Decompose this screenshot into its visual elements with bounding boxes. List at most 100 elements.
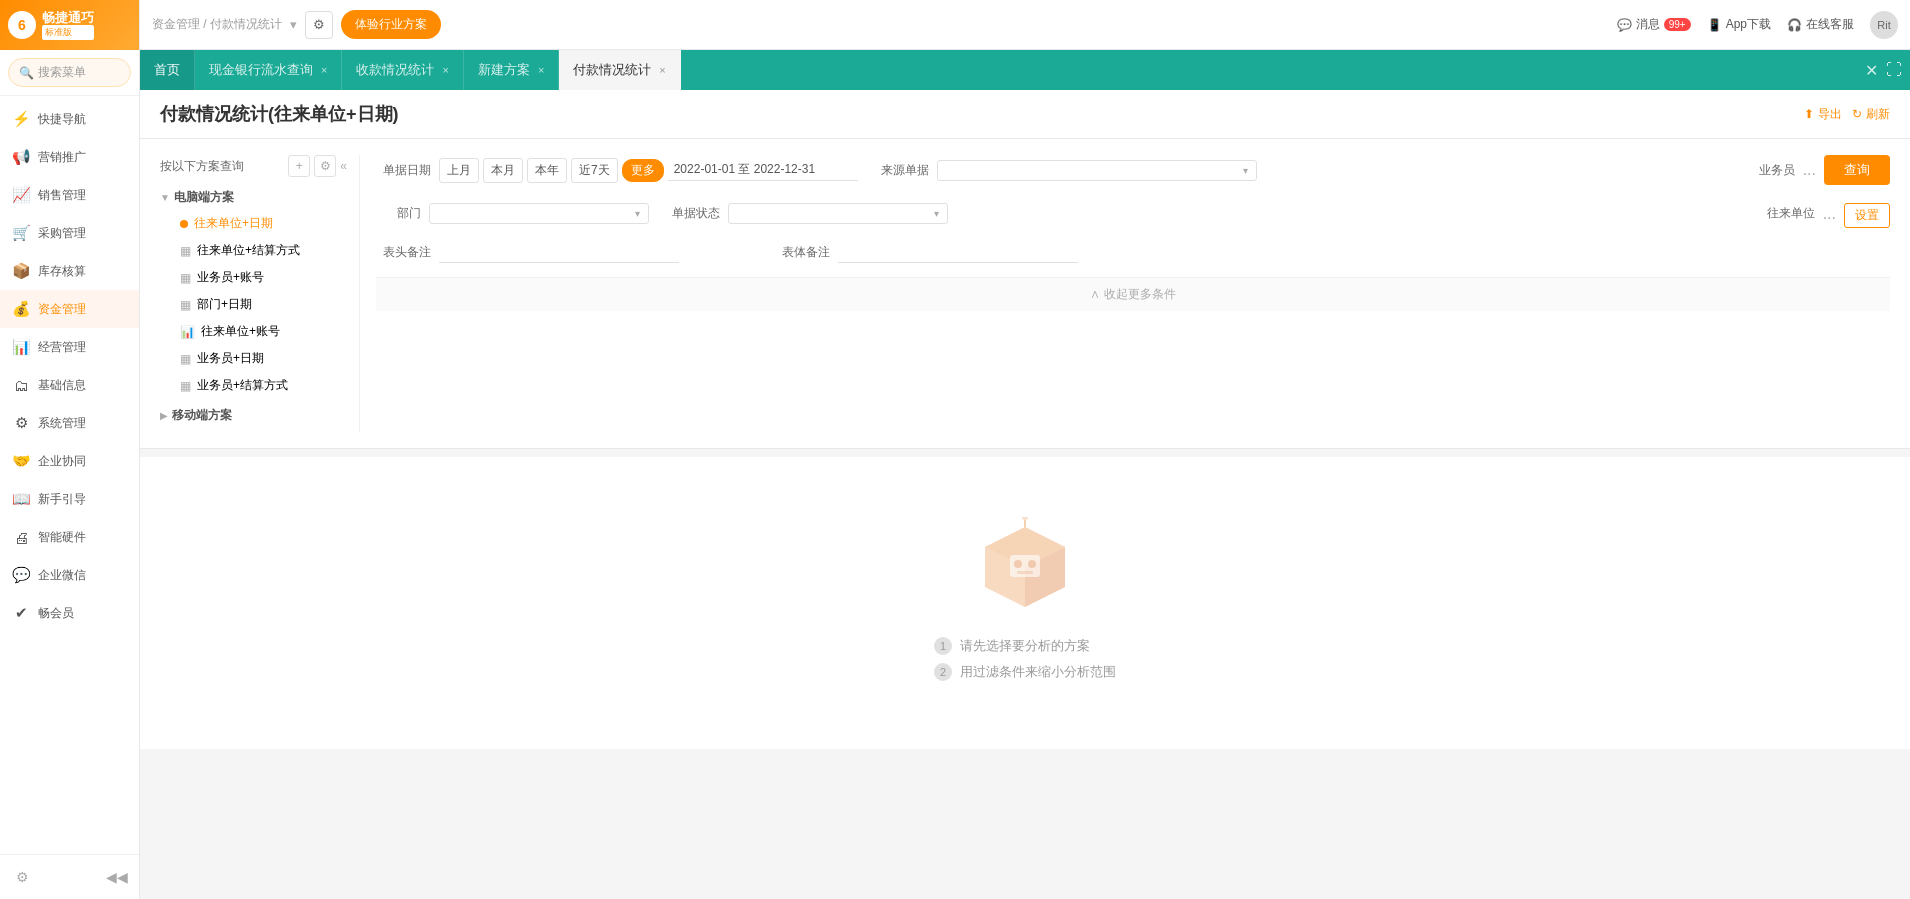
scheme-item-partner-date[interactable]: 往来单位+日期 <box>174 210 347 237</box>
scheme-item-staff-date[interactable]: ▦ 业务员+日期 <box>174 345 347 372</box>
tab-bank-flow[interactable]: 现金银行流水查询 × <box>195 50 342 90</box>
scheme-item-partner-account[interactable]: 📊 往来单位+账号 <box>174 318 347 345</box>
scheme-settings-icon[interactable]: ⚙ <box>314 155 336 177</box>
query-button[interactable]: 查询 <box>1824 155 1890 185</box>
dropdown-arrow-icon[interactable]: ▾ <box>290 17 297 32</box>
settings-button[interactable]: 设置 <box>1844 203 1890 228</box>
svg-rect-7 <box>1017 571 1033 574</box>
tab-payment-stats[interactable]: 付款情况统计 × <box>559 50 680 90</box>
source-select[interactable]: ▾ <box>937 160 1257 181</box>
notification-badge: 99+ <box>1664 18 1691 31</box>
collapse-more-conditions-button[interactable]: ∧ 收起更多条件 <box>376 277 1890 311</box>
header-left: 资金管理 / 付款情况统计 ▾ ⚙ 体验行业方案 <box>152 10 1607 39</box>
sidebar-item-label: 资金管理 <box>38 301 86 318</box>
sidebar-item-member[interactable]: ✔ 畅会员 <box>0 594 139 632</box>
header-note-field: 表头备注 <box>376 242 679 263</box>
doc-status-select[interactable]: ▾ <box>728 203 948 224</box>
step-number-2: 2 <box>934 663 952 681</box>
sidebar-item-label: 系统管理 <box>38 415 86 432</box>
collapse-bar-text: ∧ <box>1090 287 1103 301</box>
header-note-input[interactable] <box>439 242 679 263</box>
svg-point-5 <box>1014 560 1022 568</box>
sidebar: 6 畅捷通巧 标准版 🔍 搜索菜单 ⚡ 快捷导航 📢 营销推广 📈 <box>0 0 140 899</box>
tab-home[interactable]: 首页 <box>140 50 195 90</box>
scheme-group-mobile-header[interactable]: ▶ 移动端方案 <box>160 403 347 428</box>
sidebar-item-label: 企业协同 <box>38 453 86 470</box>
scheme-title: 按以下方案查询 <box>160 158 244 175</box>
sidebar-item-hardware[interactable]: 🖨 智能硬件 <box>0 518 139 556</box>
scheme-group-desktop-header[interactable]: ▼ 电脑端方案 <box>160 185 347 210</box>
scheme-item-partner-settlement[interactable]: ▦ 往来单位+结算方式 <box>174 237 347 264</box>
sidebar-item-label: 经营管理 <box>38 339 86 356</box>
date-btn-more[interactable]: 更多 <box>622 159 664 182</box>
scheme-list-desktop: 往来单位+日期 ▦ 往来单位+结算方式 ▦ 业务员+账号 ▦ <box>160 210 347 399</box>
dept-select[interactable]: ▾ <box>429 203 649 224</box>
sidebar-nav: ⚡ 快捷导航 📢 营销推广 📈 销售管理 🛒 采购管理 📦 库存核算 💰 <box>0 96 139 854</box>
tab-close-payment-stats[interactable]: × <box>659 64 665 76</box>
download-icon: 📱 <box>1707 18 1722 32</box>
scheme-item-icon: ▦ <box>180 352 191 366</box>
sales-icon: 📈 <box>12 186 30 204</box>
scheme-collapse-icon[interactable]: « <box>340 159 347 173</box>
sidebar-item-label: 新手引导 <box>38 491 86 508</box>
sidebar-item-wechat[interactable]: 💬 企业微信 <box>0 556 139 594</box>
trial-button[interactable]: 体验行业方案 <box>341 10 441 39</box>
tab-close-receipt-stats[interactable]: × <box>442 64 448 76</box>
refresh-button[interactable]: ↻ 刷新 <box>1852 106 1890 123</box>
search-menu-button[interactable]: 🔍 搜索菜单 <box>8 58 131 87</box>
scheme-item-label: 业务员+账号 <box>197 269 264 286</box>
notifications-button[interactable]: 💬 消息 99+ <box>1617 16 1691 33</box>
scheme-item-staff-account[interactable]: ▦ 业务员+账号 <box>174 264 347 291</box>
footer-collapse-icon[interactable]: ◀◀ <box>103 863 131 891</box>
empty-step-1: 1 请先选择要分析的方案 <box>934 637 1116 655</box>
scheme-group-desktop: ▼ 电脑端方案 往来单位+日期 ▦ 往来单位+结算方式 <box>160 185 347 399</box>
tab-close-all-icon[interactable]: ✕ <box>1865 61 1878 80</box>
user-avatar[interactable]: Rit <box>1870 11 1898 39</box>
sidebar-item-enterprise[interactable]: 🤝 企业协同 <box>0 442 139 480</box>
app-download-button[interactable]: 📱 App下载 <box>1707 16 1771 33</box>
scheme-group-label: 电脑端方案 <box>174 189 234 206</box>
scheme-item-icon: ▦ <box>180 298 191 312</box>
filter-row-2: 部门 ▾ 单据状态 ▾ <box>376 199 1890 228</box>
date-range-input[interactable] <box>668 160 858 181</box>
step-number-1: 1 <box>934 637 952 655</box>
page-header-actions: ⬆ 导出 ↻ 刷新 <box>1804 106 1890 123</box>
sidebar-item-finance[interactable]: 💰 资金管理 <box>0 290 139 328</box>
sidebar-item-marketing[interactable]: 📢 营销推广 <box>0 138 139 176</box>
date-btn-last-month[interactable]: 上月 <box>439 158 479 183</box>
tab-expand-icon[interactable]: ⛶ <box>1886 61 1902 79</box>
scheme-panel: 按以下方案查询 + ⚙ « ▼ 电脑端方案 <box>160 155 360 432</box>
sidebar-item-quick-nav[interactable]: ⚡ 快捷导航 <box>0 100 139 138</box>
date-range-group: 上月 本月 本年 近7天 更多 <box>439 158 858 183</box>
online-service-button[interactable]: 🎧 在线客服 <box>1787 16 1854 33</box>
tab-new-scheme[interactable]: 新建方案 × <box>464 50 559 90</box>
date-btn-this-month[interactable]: 本月 <box>483 158 523 183</box>
marketing-icon: 📢 <box>12 148 30 166</box>
date-btn-last-7-days[interactable]: 近7天 <box>571 158 618 183</box>
sidebar-item-sales[interactable]: 📈 销售管理 <box>0 176 139 214</box>
header-settings-button[interactable]: ⚙ <box>305 11 333 39</box>
filter-row-1: 单据日期 上月 本月 本年 近7天 更多 来源单据 <box>376 155 1890 185</box>
export-button[interactable]: ⬆ 导出 <box>1804 106 1842 123</box>
partner-ellipsis[interactable]: ... <box>1823 205 1836 223</box>
sidebar-item-operations[interactable]: 📊 经营管理 <box>0 328 139 366</box>
tab-close-new-scheme[interactable]: × <box>538 64 544 76</box>
footer-settings-icon[interactable]: ⚙ <box>8 863 36 891</box>
body-note-input[interactable] <box>838 242 1078 263</box>
sidebar-item-purchase[interactable]: 🛒 采购管理 <box>0 214 139 252</box>
tab-receipt-stats[interactable]: 收款情况统计 × <box>342 50 463 90</box>
scheme-add-icon[interactable]: + <box>288 155 310 177</box>
main-area: 资金管理 / 付款情况统计 ▾ ⚙ 体验行业方案 💬 消息 99+ 📱 App下… <box>140 0 1910 899</box>
staff-ellipsis[interactable]: ... <box>1803 161 1816 179</box>
empty-step-1-text: 请先选择要分析的方案 <box>960 637 1090 655</box>
sidebar-item-system[interactable]: ⚙ 系统管理 <box>0 404 139 442</box>
sidebar-item-inventory[interactable]: 📦 库存核算 <box>0 252 139 290</box>
date-btn-this-year[interactable]: 本年 <box>527 158 567 183</box>
scheme-item-dept-date[interactable]: ▦ 部门+日期 <box>174 291 347 318</box>
tab-close-bank-flow[interactable]: × <box>321 64 327 76</box>
scheme-item-icon: ▦ <box>180 271 191 285</box>
scheme-item-staff-settlement[interactable]: ▦ 业务员+结算方式 <box>174 372 347 399</box>
sidebar-item-guide[interactable]: 📖 新手引导 <box>0 480 139 518</box>
filter-main: 单据日期 上月 本月 本年 近7天 更多 来源单据 <box>360 155 1890 432</box>
sidebar-item-basic-info[interactable]: 🗂 基础信息 <box>0 366 139 404</box>
